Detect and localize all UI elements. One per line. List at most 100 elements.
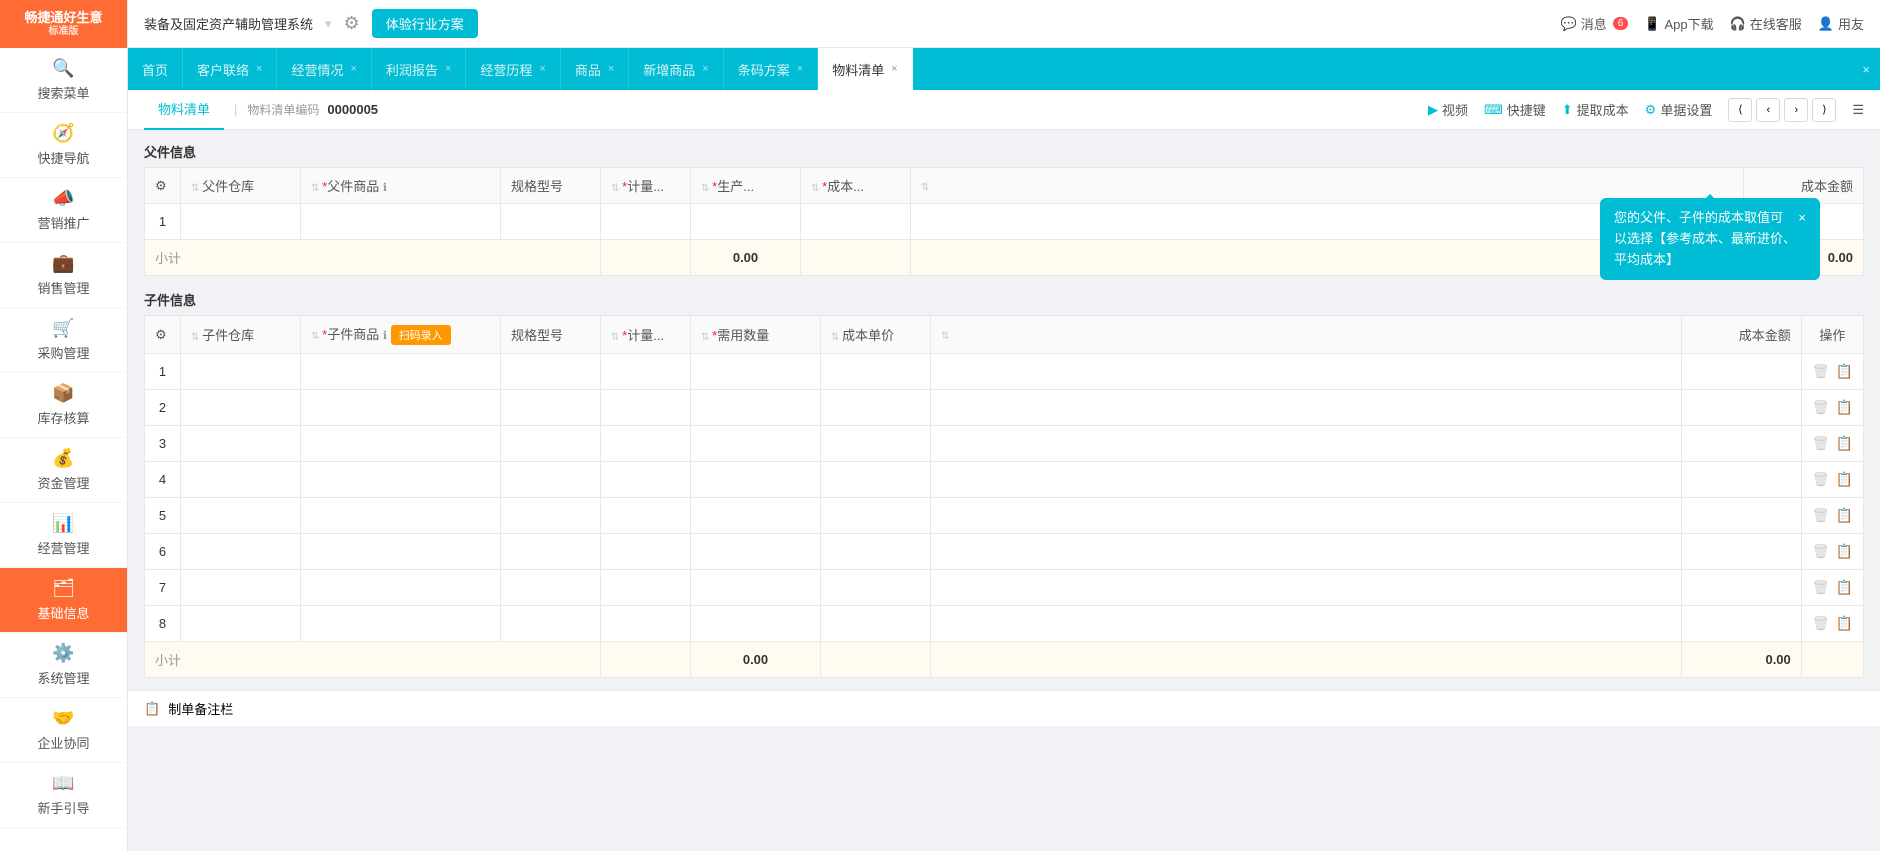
child-goods-cell[interactable] [301,498,501,534]
child-unit-cost-cell[interactable] [821,462,931,498]
action-single-settings[interactable]: ⚙ 单据设置 [1645,100,1713,119]
info-icon[interactable]: ℹ [383,182,387,194]
message-btn[interactable]: 💬 消息 6 [1561,14,1629,33]
parent-warehouse-cell[interactable] [181,204,301,240]
action-menu[interactable]: ☰ [1852,102,1864,118]
child-goods-cell[interactable] [301,570,501,606]
child-qty-cell[interactable] [691,606,821,642]
sidebar-item-quicknav[interactable]: 🧭 快捷导航 [0,113,127,178]
child-spec-cell[interactable] [501,606,601,642]
child-qty-cell[interactable] [691,498,821,534]
child-warehouse-cell[interactable] [181,462,301,498]
tab-home[interactable]: 首页 [128,48,183,90]
delete-icon[interactable]: 🗑 [1812,507,1830,524]
sidebar-item-sales[interactable]: 💼 销售管理 [0,243,127,308]
action-shortcut[interactable]: ⌨ 快捷键 [1484,100,1546,119]
page-last-btn[interactable]: ⟩ [1812,98,1836,122]
page-prev-btn[interactable]: ‹ [1756,98,1780,122]
page-next-btn[interactable]: › [1784,98,1808,122]
child-spec-cell[interactable] [501,570,601,606]
sidebar-item-finance[interactable]: 💰 资金管理 [0,438,127,503]
settings-icon[interactable]: ⚙ [155,178,167,193]
tab-goods-close[interactable]: × [608,63,614,75]
child-unit-cell[interactable] [601,570,691,606]
child-unit-cost-cell[interactable] [821,390,931,426]
child-goods-cell[interactable] [301,462,501,498]
child-warehouse-cell[interactable] [181,534,301,570]
delete-icon[interactable]: 🗑 [1812,543,1830,560]
child-spec-cell[interactable] [501,426,601,462]
parent-production-cell[interactable] [691,204,801,240]
tab-newgoods[interactable]: 新增商品 × [629,48,723,90]
copy-icon[interactable]: 📋 [1836,399,1853,416]
nav-close-all[interactable]: × [1852,48,1880,90]
tab-history-close[interactable]: × [539,63,545,75]
online-service-btn[interactable]: 🎧 在线客服 [1730,14,1802,33]
page-first-btn[interactable]: ⟨ [1728,98,1752,122]
tab-operations[interactable]: 经营情况 × [277,48,371,90]
settings-icon[interactable]: ⚙ [344,13,360,34]
child-spec-cell[interactable] [501,354,601,390]
sidebar-item-enterprise[interactable]: 🤝 企业协同 [0,698,127,763]
child-goods-cell[interactable] [301,606,501,642]
child-warehouse-cell[interactable] [181,426,301,462]
action-view[interactable]: ▶ 视频 [1428,100,1468,119]
child-unit-cost-cell[interactable] [821,570,931,606]
tab-customer[interactable]: 客户联络 × [183,48,277,90]
sidebar-item-marketing[interactable]: 📣 营销推广 [0,178,127,243]
delete-icon[interactable]: 🗑 [1812,579,1830,596]
parent-cost-cell[interactable] [801,204,911,240]
tab-barcode-close[interactable]: × [797,63,803,75]
sidebar-item-system[interactable]: ⚙️ 系统管理 [0,633,127,698]
tooltip-close[interactable]: × [1798,208,1806,229]
experience-btn[interactable]: 体验行业方案 [372,9,478,38]
delete-icon[interactable]: 🗑 [1812,435,1830,452]
copy-icon[interactable]: 📋 [1836,615,1853,632]
parent-goods-cell[interactable] [301,204,501,240]
sub-tab-bom[interactable]: 物料清单 [144,90,224,130]
child-spec-cell[interactable] [501,534,601,570]
child-qty-cell[interactable] [691,570,821,606]
tab-profit[interactable]: 利润报告 × [372,48,466,90]
copy-icon[interactable]: 📋 [1836,435,1853,452]
child-warehouse-cell[interactable] [181,498,301,534]
tab-customer-close[interactable]: × [256,63,262,75]
child-unit-cell[interactable] [601,390,691,426]
copy-icon[interactable]: 📋 [1836,471,1853,488]
sidebar-item-inventory[interactable]: 📦 库存核算 [0,373,127,438]
child-goods-cell[interactable] [301,354,501,390]
user-menu[interactable]: 👤 用友 [1818,14,1864,33]
copy-icon[interactable]: 📋 [1836,543,1853,560]
copy-icon[interactable]: 📋 [1836,363,1853,380]
action-extract-cost[interactable]: ⬆ 提取成本 [1562,100,1629,119]
child-unit-cost-cell[interactable] [821,426,931,462]
child-unit-cell[interactable] [601,426,691,462]
child-unit-cost-cell[interactable] [821,498,931,534]
child-unit-cell[interactable] [601,462,691,498]
tab-barcode[interactable]: 条码方案 × [724,48,818,90]
delete-icon[interactable]: 🗑 [1812,399,1830,416]
tab-newgoods-close[interactable]: × [702,63,708,75]
app-download-btn[interactable]: 📱 App下载 [1644,14,1713,33]
child-qty-cell[interactable] [691,534,821,570]
child-unit-cell[interactable] [601,354,691,390]
delete-icon[interactable]: 🗑 [1812,471,1830,488]
child-unit-cell[interactable] [601,606,691,642]
child-warehouse-cell[interactable] [181,354,301,390]
child-unit-cell[interactable] [601,498,691,534]
child-qty-cell[interactable] [691,426,821,462]
sidebar-item-search[interactable]: 🔍 搜索菜单 [0,48,127,113]
child-spec-cell[interactable] [501,498,601,534]
child-goods-cell[interactable] [301,534,501,570]
child-warehouse-cell[interactable] [181,606,301,642]
child-unit-cost-cell[interactable] [821,606,931,642]
parent-unit-cell[interactable] [601,204,691,240]
copy-icon[interactable]: 📋 [1836,507,1853,524]
child-spec-cell[interactable] [501,390,601,426]
tab-profit-close[interactable]: × [445,63,451,75]
child-goods-cell[interactable] [301,426,501,462]
child-unit-cost-cell[interactable] [821,354,931,390]
sidebar-item-purchase[interactable]: 🛒 采购管理 [0,308,127,373]
child-goods-cell[interactable] [301,390,501,426]
child-spec-cell[interactable] [501,462,601,498]
